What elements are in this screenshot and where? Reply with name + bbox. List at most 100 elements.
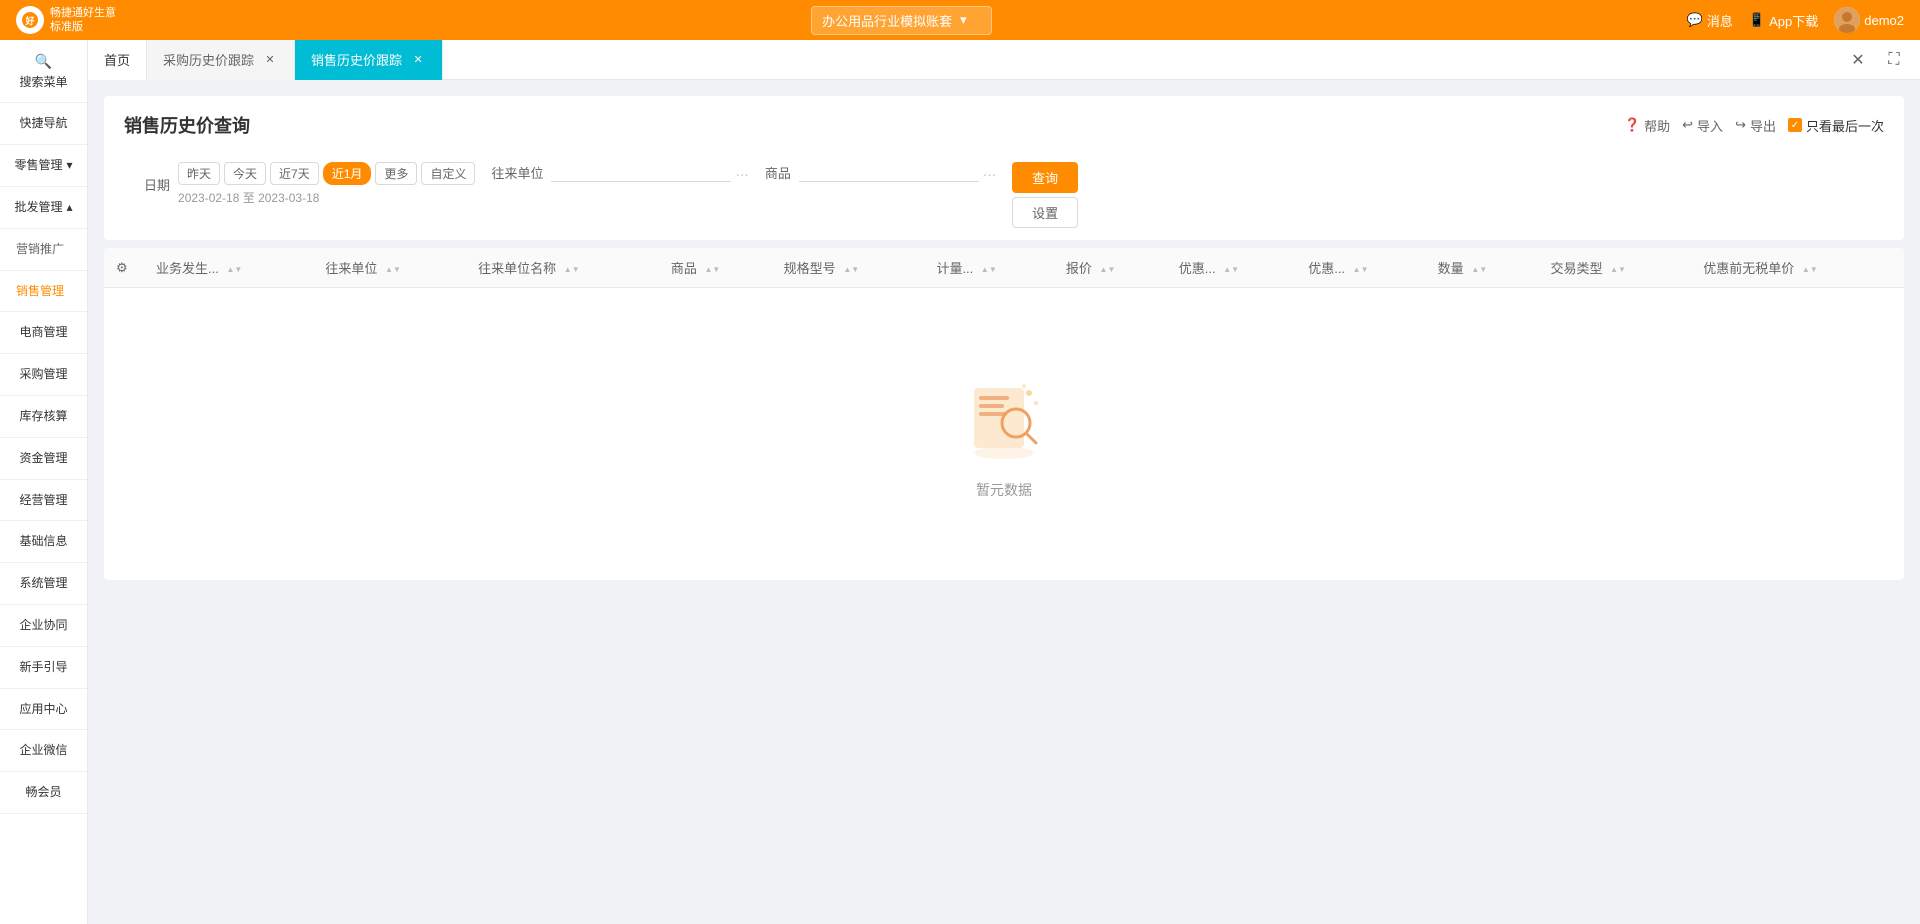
sidebar-item-basic-info[interactable]: 基础信息	[0, 521, 87, 563]
sidebar-item-marketing[interactable]: 营销推广	[0, 229, 87, 271]
tab-sales-history[interactable]: 销售历史价跟踪 ✕	[295, 40, 443, 80]
sidebar-item-new-user-guide[interactable]: 新手引导	[0, 647, 87, 689]
sidebar-item-finance-mgmt[interactable]: 资金管理	[0, 438, 87, 480]
th-discount2[interactable]: 优惠... ▲▼	[1296, 248, 1425, 288]
tab-bar-actions: ✕ ⛶	[1844, 46, 1920, 74]
date-btn-more[interactable]: 更多	[375, 162, 417, 185]
search-icon: 🔍	[8, 52, 79, 72]
logo-area: 好 畅捷通好生意 标准版	[16, 6, 116, 35]
th-pre-tax-price[interactable]: 优惠前无税单价 ▲▼	[1691, 248, 1904, 288]
sidebar-item-label: 新手引导	[8, 659, 79, 676]
search-btn[interactable]: 查询	[1012, 162, 1078, 193]
sort-icon: ▲▼	[385, 265, 401, 274]
empty-text: 暂元数据	[976, 480, 1032, 500]
th-counterpart-name[interactable]: 往来单位名称 ▲▼	[466, 248, 659, 288]
counterpart-label: 往来单位	[491, 163, 543, 182]
help-btn[interactable]: ❓ 帮助	[1624, 116, 1670, 135]
sidebar-item-label: 搜索菜单	[8, 74, 79, 91]
import-btn[interactable]: ↩ 导入	[1682, 116, 1723, 135]
page-actions: ❓ 帮助 ↩ 导入 ↪ 导出 ✓ 只看最后一次	[1624, 116, 1884, 135]
th-spec[interactable]: 规格型号 ▲▼	[772, 248, 925, 288]
sidebar-item-purchase-mgmt[interactable]: 采购管理	[0, 354, 87, 396]
maximize-btn[interactable]: ⛶	[1880, 46, 1908, 74]
show-last-checkbox-area[interactable]: ✓ 只看最后一次	[1788, 116, 1884, 135]
filter-settings-btn[interactable]: 设置	[1012, 197, 1078, 228]
counterpart-dots-btn[interactable]: ...	[735, 163, 748, 181]
date-buttons: 昨天 今天 近7天 近1月 更多 自定义	[178, 162, 475, 185]
date-btn-yesterday[interactable]: 昨天	[178, 162, 220, 185]
sidebar-item-vip-member[interactable]: 畅会员	[0, 772, 87, 814]
date-label: 日期	[144, 175, 170, 194]
goods-dots-btn[interactable]: ...	[983, 163, 996, 181]
export-btn[interactable]: ↪ 导出	[1735, 116, 1776, 135]
sidebar-item-label: 营销推广	[16, 241, 79, 258]
sidebar-item-business-mgmt[interactable]: 经营管理	[0, 480, 87, 522]
date-range: 2023-02-18 至 2023-03-18	[178, 189, 475, 206]
close-window-btn[interactable]: ✕	[1844, 46, 1872, 74]
th-quoted-price[interactable]: 报价 ▲▼	[1054, 248, 1167, 288]
counterpart-filter-group: 往来单位 ...	[491, 162, 748, 182]
counterpart-input[interactable]	[551, 162, 731, 182]
sidebar-item-inventory[interactable]: 库存核算	[0, 396, 87, 438]
goods-input-area: ...	[799, 162, 996, 182]
sidebar-item-label: 库存核算	[8, 408, 79, 425]
sidebar-item-retail-mgmt[interactable]: 零售管理 ▾	[0, 145, 87, 187]
sidebar-item-label: 应用中心	[8, 701, 79, 718]
user-area[interactable]: demo2	[1834, 7, 1904, 33]
sidebar-item-quick-nav[interactable]: 快捷导航	[0, 103, 87, 145]
tab-purchase-history[interactable]: 采购历史价跟踪 ✕	[147, 40, 295, 80]
svg-text:好: 好	[24, 15, 34, 26]
th-trade-type[interactable]: 交易类型 ▲▼	[1539, 248, 1692, 288]
date-btn-1month[interactable]: 近1月	[323, 162, 372, 185]
sidebar-item-system-mgmt[interactable]: 系统管理	[0, 563, 87, 605]
show-last-checkbox[interactable]: ✓	[1788, 118, 1802, 132]
sidebar-item-label: 企业协同	[8, 617, 79, 634]
app-download-btn[interactable]: 📱 App下载	[1749, 11, 1818, 30]
page-header: 销售历史价查询 ❓ 帮助 ↩ 导入 ↪ 导出	[104, 96, 1904, 240]
date-btn-7days[interactable]: 近7天	[270, 162, 319, 185]
th-discount1[interactable]: 优惠... ▲▼	[1167, 248, 1296, 288]
sidebar-item-enterprise-coop[interactable]: 企业协同	[0, 605, 87, 647]
date-btn-today[interactable]: 今天	[224, 162, 266, 185]
th-goods[interactable]: 商品 ▲▼	[659, 248, 772, 288]
date-btn-custom[interactable]: 自定义	[421, 162, 475, 185]
sidebar-item-label: 经营管理	[8, 492, 79, 509]
sidebar-item-sales-mgmt[interactable]: 销售管理	[0, 271, 87, 313]
data-table: ⚙ 业务发生... ▲▼ 往来单位 ▲▼ 往来单位名称 ▲	[104, 248, 1904, 288]
filter-actions: 查询 设置	[1012, 162, 1078, 228]
table-wrapper: ⚙ 业务发生... ▲▼ 往来单位 ▲▼ 往来单位名称 ▲	[104, 248, 1904, 580]
page-title: 销售历史价查询	[124, 112, 250, 138]
sidebar-item-label: 畅会员	[8, 784, 79, 801]
export-icon: ↪	[1735, 117, 1746, 133]
sort-icon: ▲▼	[1802, 265, 1818, 274]
th-counterpart[interactable]: 往来单位 ▲▼	[313, 248, 466, 288]
sidebar-item-label: 基础信息	[8, 533, 79, 550]
message-btn[interactable]: 💬 消息	[1687, 11, 1733, 30]
logo-icon: 好	[16, 6, 44, 34]
table-header: ⚙ 业务发生... ▲▼ 往来单位 ▲▼ 往来单位名称 ▲	[104, 248, 1904, 288]
workspace-selector[interactable]: 办公用品行业模拟账套 ▾	[811, 6, 992, 35]
sort-icon: ▲▼	[1100, 265, 1116, 274]
sidebar-item-app-center[interactable]: 应用中心	[0, 689, 87, 731]
date-filter-group: 日期 昨天 今天 近7天 近1月 更多 自定义 2023-02-18 至 202…	[144, 162, 475, 206]
sidebar-item-search-menu[interactable]: 🔍 搜索菜单	[0, 40, 87, 103]
th-biz-date[interactable]: 业务发生... ▲▼	[144, 248, 313, 288]
th-settings[interactable]: ⚙	[104, 248, 144, 288]
tab-close-icon[interactable]: ✕	[262, 52, 278, 68]
tab-home[interactable]: 首页	[88, 40, 147, 80]
sort-icon: ▲▼	[1353, 265, 1369, 274]
tab-close-icon[interactable]: ✕	[410, 52, 426, 68]
goods-input[interactable]	[799, 162, 979, 182]
sidebar-item-wholesale-mgmt[interactable]: 批发管理 ▴	[0, 187, 87, 229]
th-quantity[interactable]: 数量 ▲▼	[1426, 248, 1539, 288]
sidebar-item-label: 批发管理	[14, 199, 62, 216]
sidebar-item-label: 零售管理	[14, 157, 62, 174]
sidebar-item-label: 快捷导航	[8, 115, 79, 132]
page-content: 销售历史价查询 ❓ 帮助 ↩ 导入 ↪ 导出	[88, 80, 1920, 924]
sidebar-item-ecom-mgmt[interactable]: 电商管理	[0, 312, 87, 354]
sort-icon: ▲▼	[1471, 265, 1487, 274]
th-unit[interactable]: 计量... ▲▼	[924, 248, 1053, 288]
logo-text: 畅捷通好生意 标准版	[50, 6, 116, 35]
sidebar-item-enterprise-wechat[interactable]: 企业微信	[0, 730, 87, 772]
help-icon: ❓	[1624, 117, 1640, 133]
